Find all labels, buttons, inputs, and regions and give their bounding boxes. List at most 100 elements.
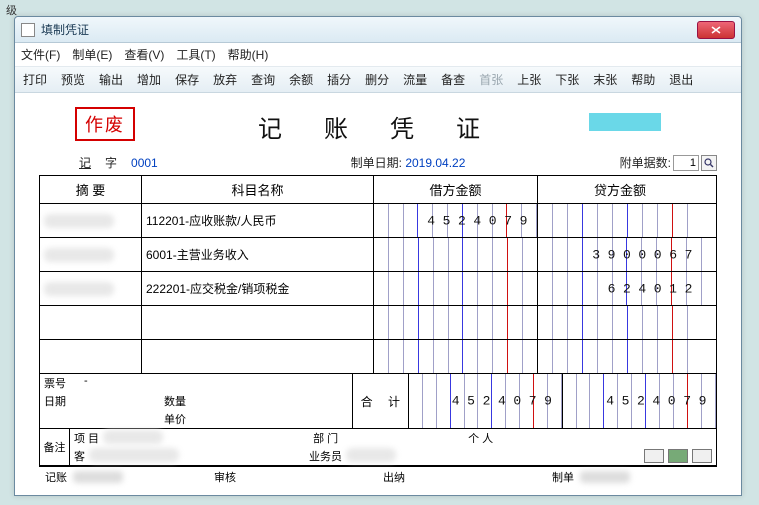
attach-input[interactable] xyxy=(673,155,699,171)
tb-insert[interactable]: 插分 xyxy=(323,69,355,90)
tb-exit[interactable]: 退出 xyxy=(665,69,697,90)
bookkeep-name xyxy=(73,471,123,483)
person-label: 个 人 xyxy=(468,430,493,446)
qty-label: 数量 xyxy=(164,393,186,409)
row-debit[interactable] xyxy=(374,306,538,339)
fdate-label: 日期 xyxy=(44,393,84,409)
tb-last[interactable]: 末张 xyxy=(589,69,621,90)
tb-print[interactable]: 打印 xyxy=(19,69,51,90)
document-area: 作废 记 账 凭 证 记 字 0001 制单日期: 2019.04.22 附单据… xyxy=(15,93,741,495)
close-icon xyxy=(711,26,721,34)
action-icon-2[interactable] xyxy=(668,449,688,463)
sig-audit: 审核 xyxy=(214,469,236,485)
tb-prev[interactable]: 上张 xyxy=(513,69,545,90)
row-summary[interactable] xyxy=(40,204,142,237)
row-debit[interactable]: 4524079 xyxy=(374,204,538,237)
voucher-row[interactable] xyxy=(40,306,716,340)
row-summary[interactable] xyxy=(40,272,142,305)
dept-label: 部 门 xyxy=(313,430,338,446)
tb-abandon[interactable]: 放弃 xyxy=(209,69,241,90)
tb-delete[interactable]: 删分 xyxy=(361,69,393,90)
customer-value[interactable] xyxy=(89,448,179,462)
hdr-credit: 贷方金额 xyxy=(538,176,702,203)
toolbar: 打印 预览 输出 增加 保存 放弃 查询 余额 插分 删分 流量 备查 首张 上… xyxy=(15,67,741,93)
row-summary[interactable] xyxy=(40,306,142,339)
voucher-row[interactable] xyxy=(40,340,716,374)
sig-maker: 制单 xyxy=(552,469,574,485)
tb-help[interactable]: 帮助 xyxy=(627,69,659,90)
voucher-row[interactable]: 6001-主营业务收入 3900067 xyxy=(40,238,716,272)
window-title: 填制凭证 xyxy=(41,21,697,38)
tb-first: 首张 xyxy=(475,69,507,90)
tb-balance[interactable]: 余额 xyxy=(285,69,317,90)
hdr-debit: 借方金额 xyxy=(374,176,538,203)
tb-output[interactable]: 输出 xyxy=(95,69,127,90)
tb-flow[interactable]: 流量 xyxy=(399,69,431,90)
operator-value[interactable] xyxy=(346,448,396,462)
menu-make[interactable]: 制单(E) xyxy=(72,46,112,63)
row-credit[interactable] xyxy=(538,340,702,373)
meta-zi: 字 xyxy=(105,154,117,171)
remark-row: 备注 项 目 部 门 个 人 客 业务员 xyxy=(40,429,716,466)
menubar: 文件(F) 制单(E) 查看(V) 工具(T) 帮助(H) xyxy=(15,43,741,67)
row-debit[interactable] xyxy=(374,340,538,373)
customer-label: 客 xyxy=(74,448,85,464)
tb-save[interactable]: 保存 xyxy=(171,69,203,90)
action-icon-3[interactable] xyxy=(692,449,712,463)
tb-next[interactable]: 下张 xyxy=(551,69,583,90)
row-credit[interactable]: 3900067 xyxy=(538,238,702,271)
signature-row: 记账 审核 出纳 制单 xyxy=(39,467,717,487)
meta-ji: 记 xyxy=(79,154,91,171)
project-label: 项 目 xyxy=(74,430,99,446)
menu-file[interactable]: 文件(F) xyxy=(21,46,60,63)
remark-label: 备注 xyxy=(40,429,70,465)
hdr-subject: 科目名称 xyxy=(142,176,374,203)
price-label: 单价 xyxy=(164,411,186,427)
voucher-row[interactable]: 112201-应收账款/人民币4524079 xyxy=(40,204,716,238)
date-value[interactable]: 2019.04.22 xyxy=(405,156,465,170)
row-subject[interactable] xyxy=(142,340,374,373)
attach-label: 附单据数: xyxy=(620,154,671,171)
highlight-bar xyxy=(589,113,661,131)
ticket-dash: - xyxy=(84,375,88,391)
menu-tool[interactable]: 工具(T) xyxy=(176,46,215,63)
sum-label: 合 计 xyxy=(353,374,410,428)
tb-add[interactable]: 增加 xyxy=(133,69,165,90)
sig-bookkeep: 记账 xyxy=(45,469,67,485)
debit-total-cell: 4524079 xyxy=(409,374,562,428)
titlebar[interactable]: 填制凭证 xyxy=(15,17,741,43)
menu-view[interactable]: 查看(V) xyxy=(124,46,164,63)
hdr-summary: 摘 要 xyxy=(40,176,142,203)
row-credit[interactable] xyxy=(538,204,702,237)
row-summary[interactable] xyxy=(40,340,142,373)
menu-help[interactable]: 帮助(H) xyxy=(228,46,269,63)
row-credit[interactable] xyxy=(538,306,702,339)
lookup-button[interactable] xyxy=(701,155,717,171)
tb-query[interactable]: 查询 xyxy=(247,69,279,90)
date-label: 制单日期: xyxy=(351,156,402,170)
row-subject[interactable]: 222201-应交税金/销项税金 xyxy=(142,272,374,305)
ticket-label: 票号 xyxy=(44,375,84,391)
search-icon xyxy=(704,158,714,168)
grid-header: 摘 要 科目名称 借方金额 贷方金额 xyxy=(40,176,716,204)
sig-cashier: 出纳 xyxy=(383,469,405,485)
row-credit[interactable]: 624012 xyxy=(538,272,702,305)
row-subject[interactable]: 112201-应收账款/人民币 xyxy=(142,204,374,237)
footer-block: 票号- 日期数量 单价 合 计 4524079 4524079 xyxy=(40,374,716,429)
project-value[interactable] xyxy=(103,430,163,444)
tb-backup[interactable]: 备查 xyxy=(437,69,469,90)
meta-row: 记 字 0001 制单日期: 2019.04.22 附单据数: xyxy=(39,154,717,171)
maker-name xyxy=(580,471,630,483)
operator-label: 业务员 xyxy=(309,448,342,464)
row-debit[interactable] xyxy=(374,238,538,271)
tb-preview[interactable]: 预览 xyxy=(57,69,89,90)
row-debit[interactable] xyxy=(374,272,538,305)
voucher-number[interactable]: 0001 xyxy=(131,156,158,170)
row-summary[interactable] xyxy=(40,238,142,271)
action-icon-1[interactable] xyxy=(644,449,664,463)
row-subject[interactable]: 6001-主营业务收入 xyxy=(142,238,374,271)
app-icon xyxy=(21,23,35,37)
close-button[interactable] xyxy=(697,21,735,39)
row-subject[interactable] xyxy=(142,306,374,339)
voucher-row[interactable]: 222201-应交税金/销项税金 624012 xyxy=(40,272,716,306)
